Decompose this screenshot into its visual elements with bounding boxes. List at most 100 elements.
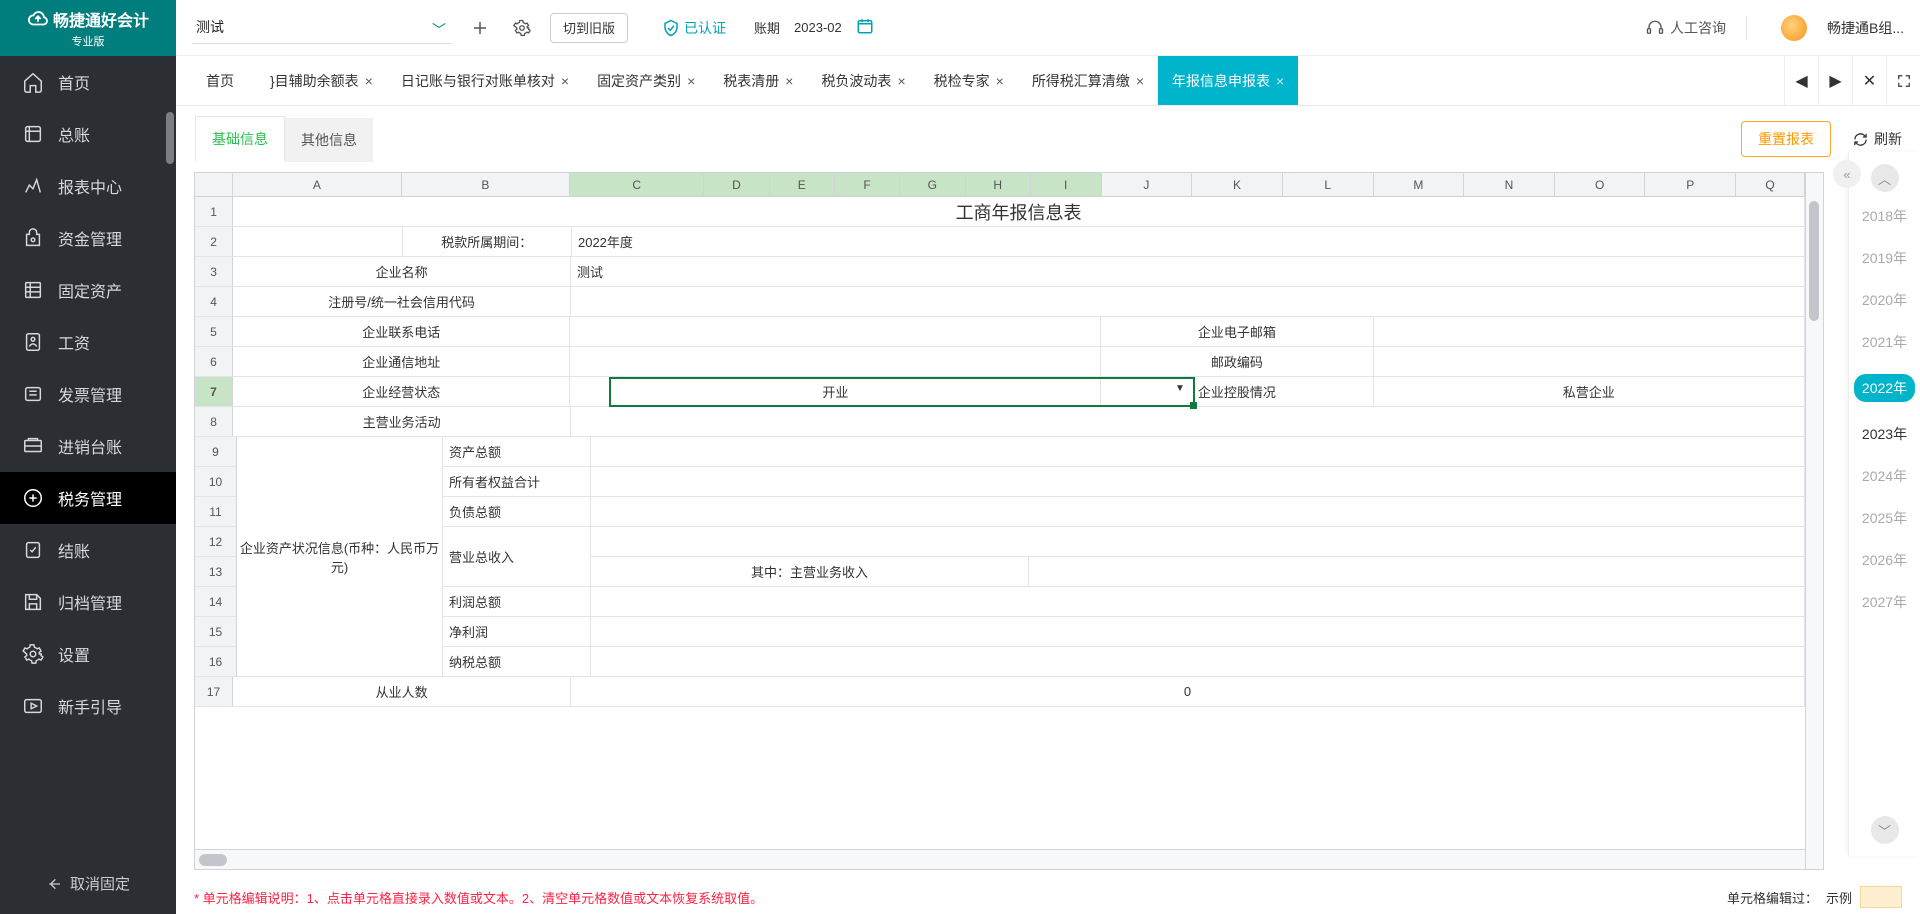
row-header-16[interactable]: 16: [195, 647, 237, 677]
gear-icon[interactable]: [508, 14, 536, 42]
email-cell[interactable]: [1374, 317, 1805, 346]
phone-cell[interactable]: [570, 317, 1101, 346]
year-2024年[interactable]: 2024年: [1862, 466, 1907, 486]
row-header-8[interactable]: 8: [195, 407, 233, 436]
nav-9[interactable]: 结账: [0, 524, 176, 576]
employee-count-cell[interactable]: 0: [571, 677, 1805, 706]
row-header-12[interactable]: 12: [195, 527, 237, 557]
col-I[interactable]: I: [1031, 173, 1102, 196]
year-2019年[interactable]: 2019年: [1862, 248, 1907, 268]
nav-6[interactable]: 发票管理: [0, 368, 176, 420]
tab-4[interactable]: 税负波动表×: [807, 56, 919, 105]
horizontal-scrollbar[interactable]: [195, 849, 1805, 869]
row-header-4[interactable]: 4: [195, 287, 233, 316]
col-G[interactable]: G: [900, 173, 965, 196]
col-N[interactable]: N: [1464, 173, 1555, 196]
zip-cell[interactable]: [1374, 347, 1805, 376]
tabs-next[interactable]: ▶: [1818, 56, 1852, 105]
row-header-13[interactable]: 13: [195, 557, 237, 587]
dropdown-arrow-icon[interactable]: ▼: [1175, 383, 1185, 394]
period-value[interactable]: 2023-02: [794, 20, 842, 35]
row-header-14[interactable]: 14: [195, 587, 237, 617]
add-icon[interactable]: [466, 14, 494, 42]
row-header-17[interactable]: 17: [195, 677, 233, 706]
year-2026年[interactable]: 2026年: [1862, 550, 1907, 570]
close-icon[interactable]: ×: [687, 73, 695, 89]
reset-button[interactable]: 重置报表: [1741, 121, 1831, 157]
period-value-cell[interactable]: 2022年度: [572, 227, 1805, 256]
year-2018年[interactable]: 2018年: [1862, 206, 1907, 226]
row-header-15[interactable]: 15: [195, 617, 237, 647]
nav-10[interactable]: 归档管理: [0, 576, 176, 628]
tab-0[interactable]: }目辅助余额表×: [256, 56, 387, 105]
tab-7[interactable]: 年报信息申报表×: [1158, 56, 1298, 105]
switch-old-button[interactable]: 切到旧版: [550, 13, 628, 43]
col-F[interactable]: F: [835, 173, 900, 196]
year-2025年[interactable]: 2025年: [1862, 508, 1907, 528]
calendar-icon[interactable]: [856, 17, 874, 38]
nav-7[interactable]: 进销台账: [0, 420, 176, 472]
refresh-button[interactable]: 刷新: [1853, 129, 1902, 149]
row-header-7[interactable]: 7: [195, 377, 233, 406]
tabs-fullscreen[interactable]: [1886, 56, 1920, 105]
unpin-button[interactable]: 取消固定: [0, 865, 176, 902]
year-2020年[interactable]: 2020年: [1862, 290, 1907, 310]
close-icon[interactable]: ×: [561, 73, 569, 89]
addr-cell[interactable]: [570, 347, 1101, 376]
col-E[interactable]: E: [770, 173, 835, 196]
col-C[interactable]: C: [570, 173, 704, 196]
subtab-1[interactable]: 其他信息: [285, 118, 373, 162]
close-icon[interactable]: ×: [785, 73, 793, 89]
col-Q[interactable]: Q: [1736, 173, 1805, 196]
tab-1[interactable]: 日记账与银行对账单核对×: [387, 56, 583, 105]
nav-12[interactable]: 新手引导: [0, 680, 176, 732]
tab-6[interactable]: 所得税汇算清缴×: [1018, 56, 1158, 105]
nav-8[interactable]: 税务管理: [0, 472, 176, 524]
col-M[interactable]: M: [1374, 173, 1465, 196]
row-header-10[interactable]: 10: [195, 467, 237, 497]
close-icon[interactable]: ×: [1276, 73, 1284, 89]
nav-5[interactable]: 工资: [0, 316, 176, 368]
tabs-close-all[interactable]: ✕: [1852, 56, 1886, 105]
col-L[interactable]: L: [1283, 173, 1374, 196]
vertical-scrollbar[interactable]: [1805, 173, 1823, 869]
nav-1[interactable]: 总账: [0, 108, 176, 160]
col-K[interactable]: K: [1192, 173, 1283, 196]
col-P[interactable]: P: [1645, 173, 1736, 196]
row-header-5[interactable]: 5: [195, 317, 233, 346]
close-icon[interactable]: ×: [1136, 73, 1144, 89]
col-D[interactable]: D: [704, 173, 769, 196]
row-header-3[interactable]: 3: [195, 257, 233, 286]
close-icon[interactable]: ×: [897, 73, 905, 89]
row-header-2[interactable]: 2: [195, 227, 233, 256]
close-icon[interactable]: ×: [365, 73, 373, 89]
col-J[interactable]: J: [1102, 173, 1193, 196]
nav-4[interactable]: 固定资产: [0, 264, 176, 316]
year-up[interactable]: ︿: [1871, 164, 1899, 192]
avatar[interactable]: [1781, 15, 1807, 41]
tab-3[interactable]: 税表清册×: [709, 56, 807, 105]
close-icon[interactable]: ×: [996, 73, 1004, 89]
biz-status-cell[interactable]: 开业: [570, 377, 1101, 406]
year-down[interactable]: ﹀: [1871, 816, 1899, 844]
subtab-0[interactable]: 基础信息: [195, 116, 285, 162]
holding-cell[interactable]: 私营企业: [1374, 377, 1805, 406]
col-A[interactable]: A: [233, 173, 402, 196]
row-header-11[interactable]: 11: [195, 497, 237, 527]
company-name-cell[interactable]: 测试: [571, 257, 1805, 286]
scrollbar-thumb[interactable]: [166, 112, 174, 164]
year-2027年[interactable]: 2027年: [1862, 592, 1907, 612]
collapse-year-panel[interactable]: «: [1833, 160, 1861, 188]
row-header-6[interactable]: 6: [195, 347, 233, 376]
row-header-1[interactable]: 1: [195, 197, 233, 226]
nav-3[interactable]: 资金管理: [0, 212, 176, 264]
main-biz-cell[interactable]: [571, 407, 1805, 436]
col-B[interactable]: B: [402, 173, 571, 196]
row-header-9[interactable]: 9: [195, 437, 237, 467]
company-input[interactable]: [192, 12, 452, 44]
nav-0[interactable]: 首页: [0, 56, 176, 108]
col-H[interactable]: H: [966, 173, 1031, 196]
tab-2[interactable]: 固定资产类别×: [583, 56, 709, 105]
col-O[interactable]: O: [1555, 173, 1646, 196]
tab-home[interactable]: 首页: [176, 56, 256, 105]
